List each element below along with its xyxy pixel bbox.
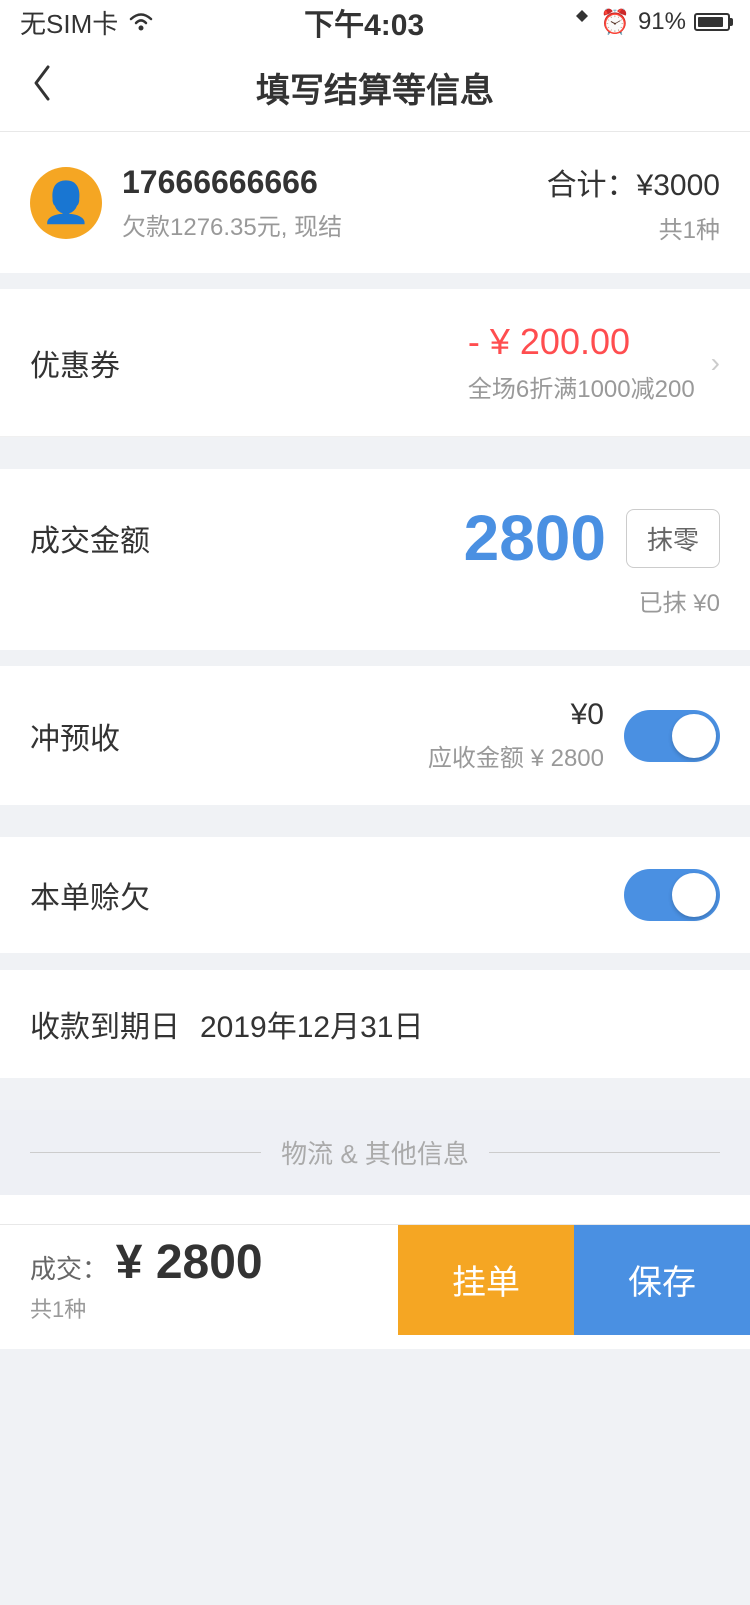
status-right: ⏰ 91% [572, 8, 730, 37]
header: 填写结算等信息 [0, 44, 750, 132]
coupon-chevron-icon: › [711, 347, 720, 379]
precollect-value: ¥0 [428, 698, 604, 732]
location-icon [572, 8, 592, 37]
coupon-label: 优惠券 [30, 341, 120, 385]
user-left: 👤 17666666666 欠款1276.35元, 现结 [30, 164, 342, 242]
user-debt: 欠款1276.35元, 现结 [122, 207, 342, 242]
coupon-desc: 全场6折满1000减200 [468, 369, 695, 404]
content: 👤 17666666666 欠款1276.35元, 现结 合计：¥3000 共1… [0, 132, 750, 1605]
deal-row: 成交金额 2800 抹零 [30, 501, 720, 575]
separator-1 [0, 453, 750, 469]
precollect-label: 冲预收 [30, 714, 120, 758]
debt-section: 本单赊欠 [0, 837, 750, 953]
user-total: 合计：¥3000 [547, 160, 720, 204]
user-right: 合计：¥3000 共1种 [547, 160, 720, 245]
page-title: 填写结算等信息 [256, 63, 494, 112]
round-button[interactable]: 抹零 [626, 509, 720, 568]
save-button[interactable]: 保存 [574, 1225, 750, 1335]
precollect-toggle[interactable] [624, 710, 720, 762]
hold-button[interactable]: 挂单 [398, 1225, 574, 1335]
bottom-summary: 成交： ¥ 2800 共1种 [0, 1235, 398, 1324]
deal-already: 已抹 ¥0 [30, 583, 720, 618]
user-row: 👤 17666666666 欠款1276.35元, 现结 合计：¥3000 共1… [0, 132, 750, 273]
precollect-sub: 应收金额 ¥ 2800 [428, 738, 604, 773]
deal-amount: 2800 [464, 501, 606, 575]
battery-label: 91% [638, 8, 686, 36]
due-value: 2019年12月31日 [200, 1002, 423, 1046]
avatar: 👤 [30, 167, 102, 239]
bottom-bar: 成交： ¥ 2800 共1种 挂单 保存 [0, 1224, 750, 1334]
debt-label: 本单赊欠 [30, 873, 150, 917]
divider-section: 物流 & 其他信息 [0, 1110, 750, 1195]
deal-section: 成交金额 2800 抹零 已抹 ¥0 [0, 469, 750, 650]
wifi-icon [126, 7, 156, 38]
precollect-right: ¥0 应收金额 ¥ 2800 [428, 698, 720, 773]
precollect-section: 冲预收 ¥0 应收金额 ¥ 2800 [0, 666, 750, 805]
user-phone: 17666666666 [122, 164, 342, 201]
due-date-section: 收款到期日 2019年12月31日 [0, 970, 750, 1078]
toggle-knob [672, 714, 716, 758]
precollect-val-wrap: ¥0 应收金额 ¥ 2800 [428, 698, 604, 773]
due-label: 收款到期日 [30, 1002, 180, 1046]
coupon-row[interactable]: 优惠券 - ¥ 200.00 全场6折满1000减200 › [0, 289, 750, 437]
coupon-right: - ¥ 200.00 全场6折满1000减200 › [468, 321, 720, 404]
debt-toggle[interactable] [624, 869, 720, 921]
user-count: 共1种 [547, 210, 720, 245]
status-bar: 无SIM卡 下午4:03 ⏰ 91% [0, 0, 750, 44]
status-time: 下午4:03 [304, 0, 424, 44]
deal-label: 成交金额 [30, 516, 150, 560]
alarm-icon: ⏰ [600, 8, 630, 37]
divider-line-right [489, 1152, 720, 1153]
bottom-count: 共1种 [30, 1292, 368, 1324]
separator-2 [0, 821, 750, 837]
precollect-row: 冲预收 ¥0 应收金额 ¥ 2800 [30, 698, 720, 773]
bottom-summary-label: 成交： [30, 1254, 108, 1284]
divider-text: 物流 & 其他信息 [281, 1134, 469, 1171]
carrier-label: 无SIM卡 [20, 4, 118, 41]
back-button[interactable] [30, 63, 54, 112]
deal-amount-wrap: 2800 抹零 [464, 501, 720, 575]
divider-line-left [30, 1152, 261, 1153]
coupon-discount: - ¥ 200.00 [468, 321, 695, 363]
user-info: 17666666666 欠款1276.35元, 现结 [122, 164, 342, 242]
bottom-amount: ¥ 2800 [116, 1236, 263, 1289]
gray-area [0, 1365, 750, 1485]
battery-icon [694, 13, 730, 31]
bottom-summary-line: 成交： ¥ 2800 [30, 1235, 368, 1290]
debt-toggle-knob [672, 873, 716, 917]
separator-4 [0, 1094, 750, 1110]
status-left: 无SIM卡 [20, 4, 156, 41]
